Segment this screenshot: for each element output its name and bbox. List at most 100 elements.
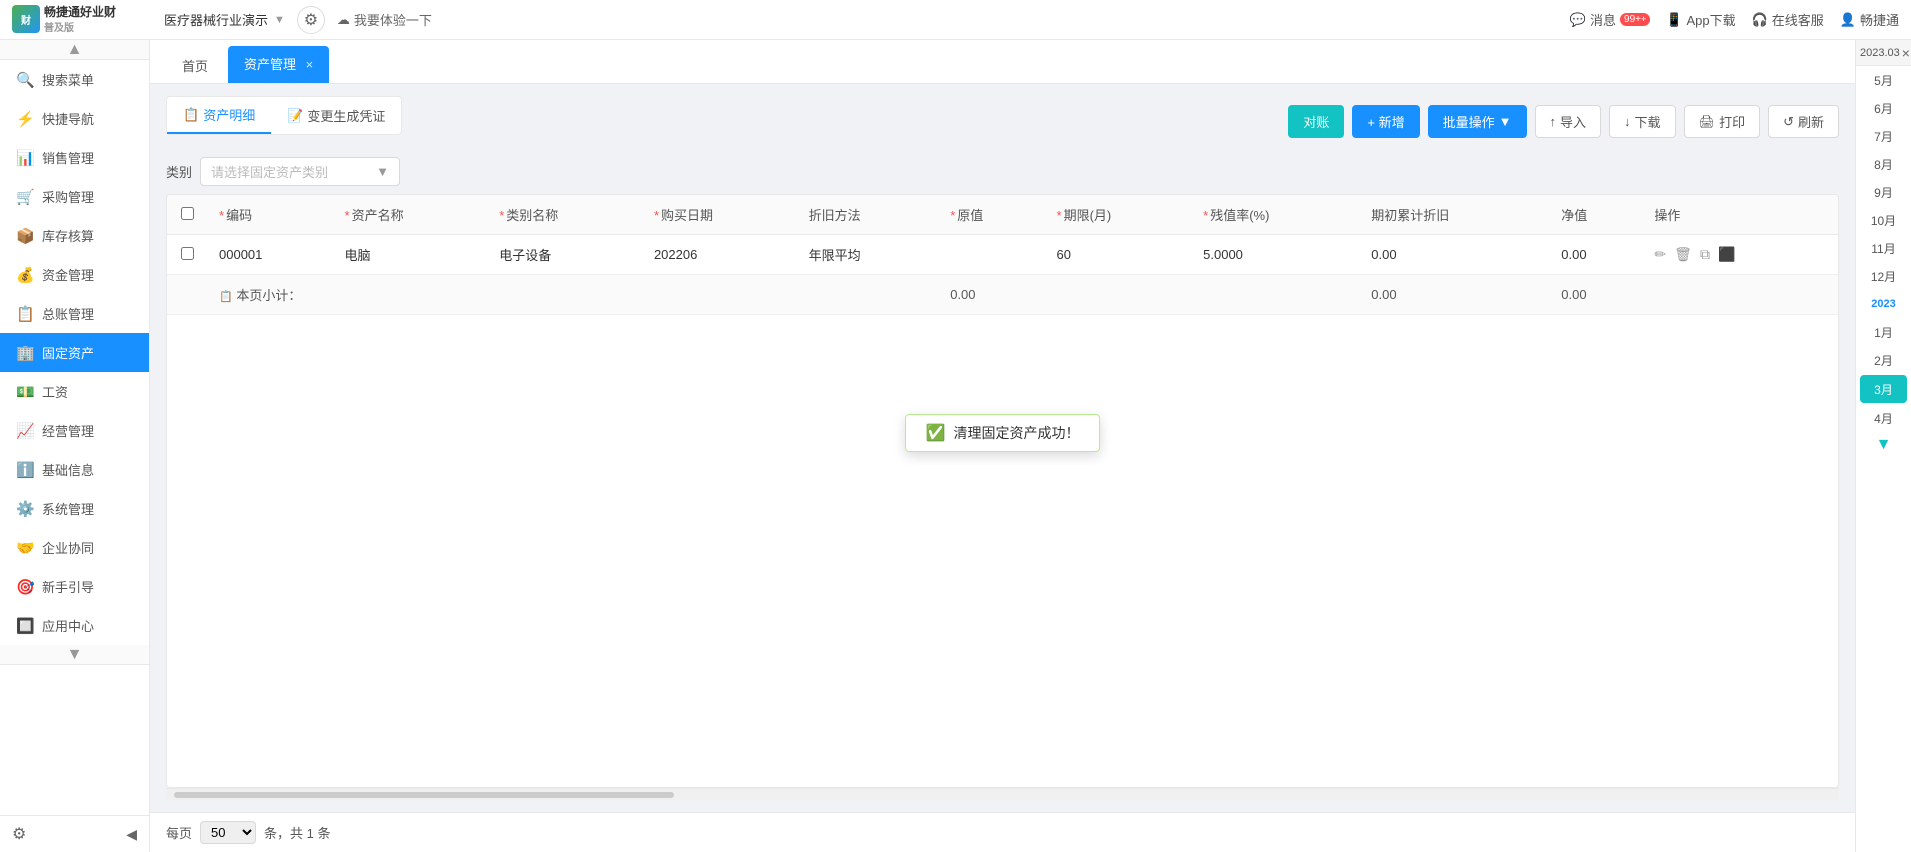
sidebar-settings-icon[interactable]: ⚙: [12, 824, 26, 844]
sidebar-item-cooperation[interactable]: 🤝 企业协同: [0, 528, 149, 567]
asset-table: *编码 *资产名称 *类别名称 *购买日期 折旧方法 *原值 *期限(月) *残…: [167, 195, 1838, 315]
ledger-icon: 📋: [16, 305, 34, 323]
page-content: 📋 资产明细 📝 变更生成凭证 对账 + 新增: [150, 84, 1855, 812]
subtotal-residual: [1191, 275, 1359, 315]
print-button[interactable]: 🖨 打印: [1684, 105, 1761, 138]
calendar-month-6[interactable]: 6月: [1856, 94, 1911, 122]
calendar-month-8[interactable]: 8月: [1856, 150, 1911, 178]
row-checkbox[interactable]: [181, 247, 194, 260]
sales-icon: 📊: [16, 149, 34, 167]
row-checkbox-cell[interactable]: [167, 235, 207, 275]
experience-button[interactable]: ☁ 我要体验一下: [337, 10, 432, 29]
sidebar-item-basic-info[interactable]: ℹ️ 基础信息: [0, 450, 149, 489]
sidebar-item-ledger[interactable]: 📋 总账管理: [0, 294, 149, 333]
calendar-month-9[interactable]: 9月: [1856, 178, 1911, 206]
company-chevron-icon: ▼: [274, 14, 285, 26]
batch-chevron-icon: ▼: [1499, 114, 1512, 129]
batch-button[interactable]: 批量操作 ▼: [1428, 105, 1527, 138]
top-bar-right: 💬 消息 99++ 📱 App下载 🎧 在线客服 👤 畅捷通: [1570, 10, 1899, 29]
sidebar-label-management: 经营管理: [42, 421, 94, 440]
payroll-icon: 💵: [16, 383, 34, 401]
sidebar-item-payroll[interactable]: 💵 工资: [0, 372, 149, 411]
calendar-month-11[interactable]: 11月: [1856, 234, 1911, 262]
th-residual-rate: *残值率(%): [1191, 195, 1359, 235]
sidebar-item-quick-nav[interactable]: ⚡ 快捷导航: [0, 99, 149, 138]
subtotal-net: 0.00: [1549, 275, 1642, 315]
sidebar-item-app-center[interactable]: 🔲 应用中心: [0, 606, 149, 645]
user-menu[interactable]: 👤 畅捷通: [1840, 10, 1899, 29]
th-code: *编码: [207, 195, 333, 235]
sidebar-item-guide[interactable]: 🎯 新手引导: [0, 567, 149, 606]
import-button[interactable]: ↑ 导入: [1535, 105, 1602, 138]
copy-icon[interactable]: ⧉: [1700, 246, 1710, 263]
sidebar-item-fixed-assets[interactable]: 🏢 固定资产: [0, 333, 149, 372]
th-original-value: *原值: [938, 195, 1044, 235]
app-download-button[interactable]: 📱 App下载: [1666, 10, 1735, 29]
sidebar-item-inventory[interactable]: 📦 库存核算: [0, 216, 149, 255]
sidebar-scroll-down[interactable]: ▼: [0, 645, 149, 665]
calendar-month-10[interactable]: 10月: [1856, 206, 1911, 234]
calendar-month-1[interactable]: 1月: [1856, 318, 1911, 346]
cell-net-value: 0.00: [1549, 235, 1642, 275]
settings-button[interactable]: ⚙: [297, 6, 325, 34]
category-select[interactable]: 请选择固定资产类别 ▼: [200, 157, 400, 186]
sidebar-item-sales[interactable]: 📊 销售管理: [0, 138, 149, 177]
calendar-month-12[interactable]: 12月: [1856, 262, 1911, 290]
sidebar-label-app-center: 应用中心: [42, 616, 94, 635]
calendar-down-icon[interactable]: ▼: [1876, 436, 1892, 454]
download-button[interactable]: ↓ 下载: [1609, 105, 1676, 138]
subtotal-initial: 0.00: [1359, 275, 1549, 315]
sub-tab-asset-detail[interactable]: 📋 资产明细: [167, 97, 271, 134]
calendar-nav-down[interactable]: ▼: [1856, 432, 1911, 458]
new-button[interactable]: + 新增: [1352, 105, 1419, 138]
download-icon: 📱: [1666, 12, 1682, 28]
calendar-month-4[interactable]: 4月: [1856, 404, 1911, 432]
refresh-button[interactable]: ↺ 刷新: [1768, 105, 1839, 138]
cell-category: 电子设备: [487, 235, 642, 275]
calendar-month-5[interactable]: 5月: [1856, 66, 1911, 94]
per-page-select[interactable]: 50 100: [200, 821, 256, 844]
main-layout: ▲ 🔍 搜索菜单 ⚡ 快捷导航 📊 销售管理 🛒 采购管理 📦 库存核算 💰 资…: [0, 40, 1911, 852]
sidebar-item-system[interactable]: ⚙️ 系统管理: [0, 489, 149, 528]
delete-icon[interactable]: 🗑: [1674, 246, 1692, 263]
tab-asset-management[interactable]: 资产管理 ×: [228, 46, 329, 83]
success-check-icon: ✅: [926, 423, 946, 443]
calendar-panel: 2023.03 × ⤢ 5月 6月 7月 8月 9月 10月 11月 12月 2…: [1855, 40, 1911, 852]
message-button[interactable]: 💬 消息 99++: [1570, 10, 1650, 29]
sidebar-label-system: 系统管理: [42, 499, 94, 518]
sidebar-item-management[interactable]: 📈 经营管理: [0, 411, 149, 450]
reconcile-button[interactable]: 对账: [1288, 105, 1344, 138]
select-all-checkbox[interactable]: [181, 207, 194, 220]
table-row: 000001 电脑 电子设备 202206 年限平均 60 5.0000 0.0…: [167, 235, 1838, 275]
select-all-header[interactable]: [167, 195, 207, 235]
app-name: 畅捷通好业财: [44, 5, 116, 19]
sidebar-label-inventory: 库存核算: [42, 226, 94, 245]
app-version: 普及版: [44, 19, 116, 34]
subtotal-op: [1642, 275, 1838, 315]
company-selector[interactable]: 医疗器械行业演示 ▼: [164, 10, 285, 29]
cell-original-value: [938, 235, 1044, 275]
th-initial-accumulated: 期初累计折旧: [1359, 195, 1549, 235]
edit-icon[interactable]: ✏: [1654, 246, 1666, 263]
more-icon[interactable]: ⬛: [1718, 246, 1735, 263]
system-icon: ⚙️: [16, 500, 34, 518]
sidebar-item-purchase[interactable]: 🛒 采购管理: [0, 177, 149, 216]
table-container: *编码 *资产名称 *类别名称 *购买日期 折旧方法 *原值 *期限(月) *残…: [166, 194, 1839, 788]
fixed-assets-icon: 🏢: [16, 344, 34, 362]
calendar-month-3-current[interactable]: 3月: [1860, 375, 1907, 403]
tab-home[interactable]: 首页: [166, 48, 224, 83]
sidebar-item-funds[interactable]: 💰 资金管理: [0, 255, 149, 294]
sidebar-scroll-up[interactable]: ▲: [0, 40, 149, 60]
sidebar-collapse-icon[interactable]: ◀: [126, 826, 137, 843]
online-service-button[interactable]: 🎧 在线客服: [1752, 10, 1824, 29]
th-period: *期限(月): [1045, 195, 1192, 235]
scrollbar-thumb[interactable]: [174, 792, 674, 798]
calendar-close-button[interactable]: ×: [1900, 44, 1911, 61]
calendar-month-2[interactable]: 2月: [1856, 346, 1911, 374]
table-scrollbar[interactable]: [166, 788, 1839, 800]
sidebar-item-search[interactable]: 🔍 搜索菜单: [0, 60, 149, 99]
tab-close-icon[interactable]: ×: [306, 57, 314, 72]
headset-icon: 🎧: [1752, 12, 1768, 28]
calendar-month-7[interactable]: 7月: [1856, 122, 1911, 150]
sub-tab-change-voucher[interactable]: 📝 变更生成凭证: [271, 98, 401, 133]
